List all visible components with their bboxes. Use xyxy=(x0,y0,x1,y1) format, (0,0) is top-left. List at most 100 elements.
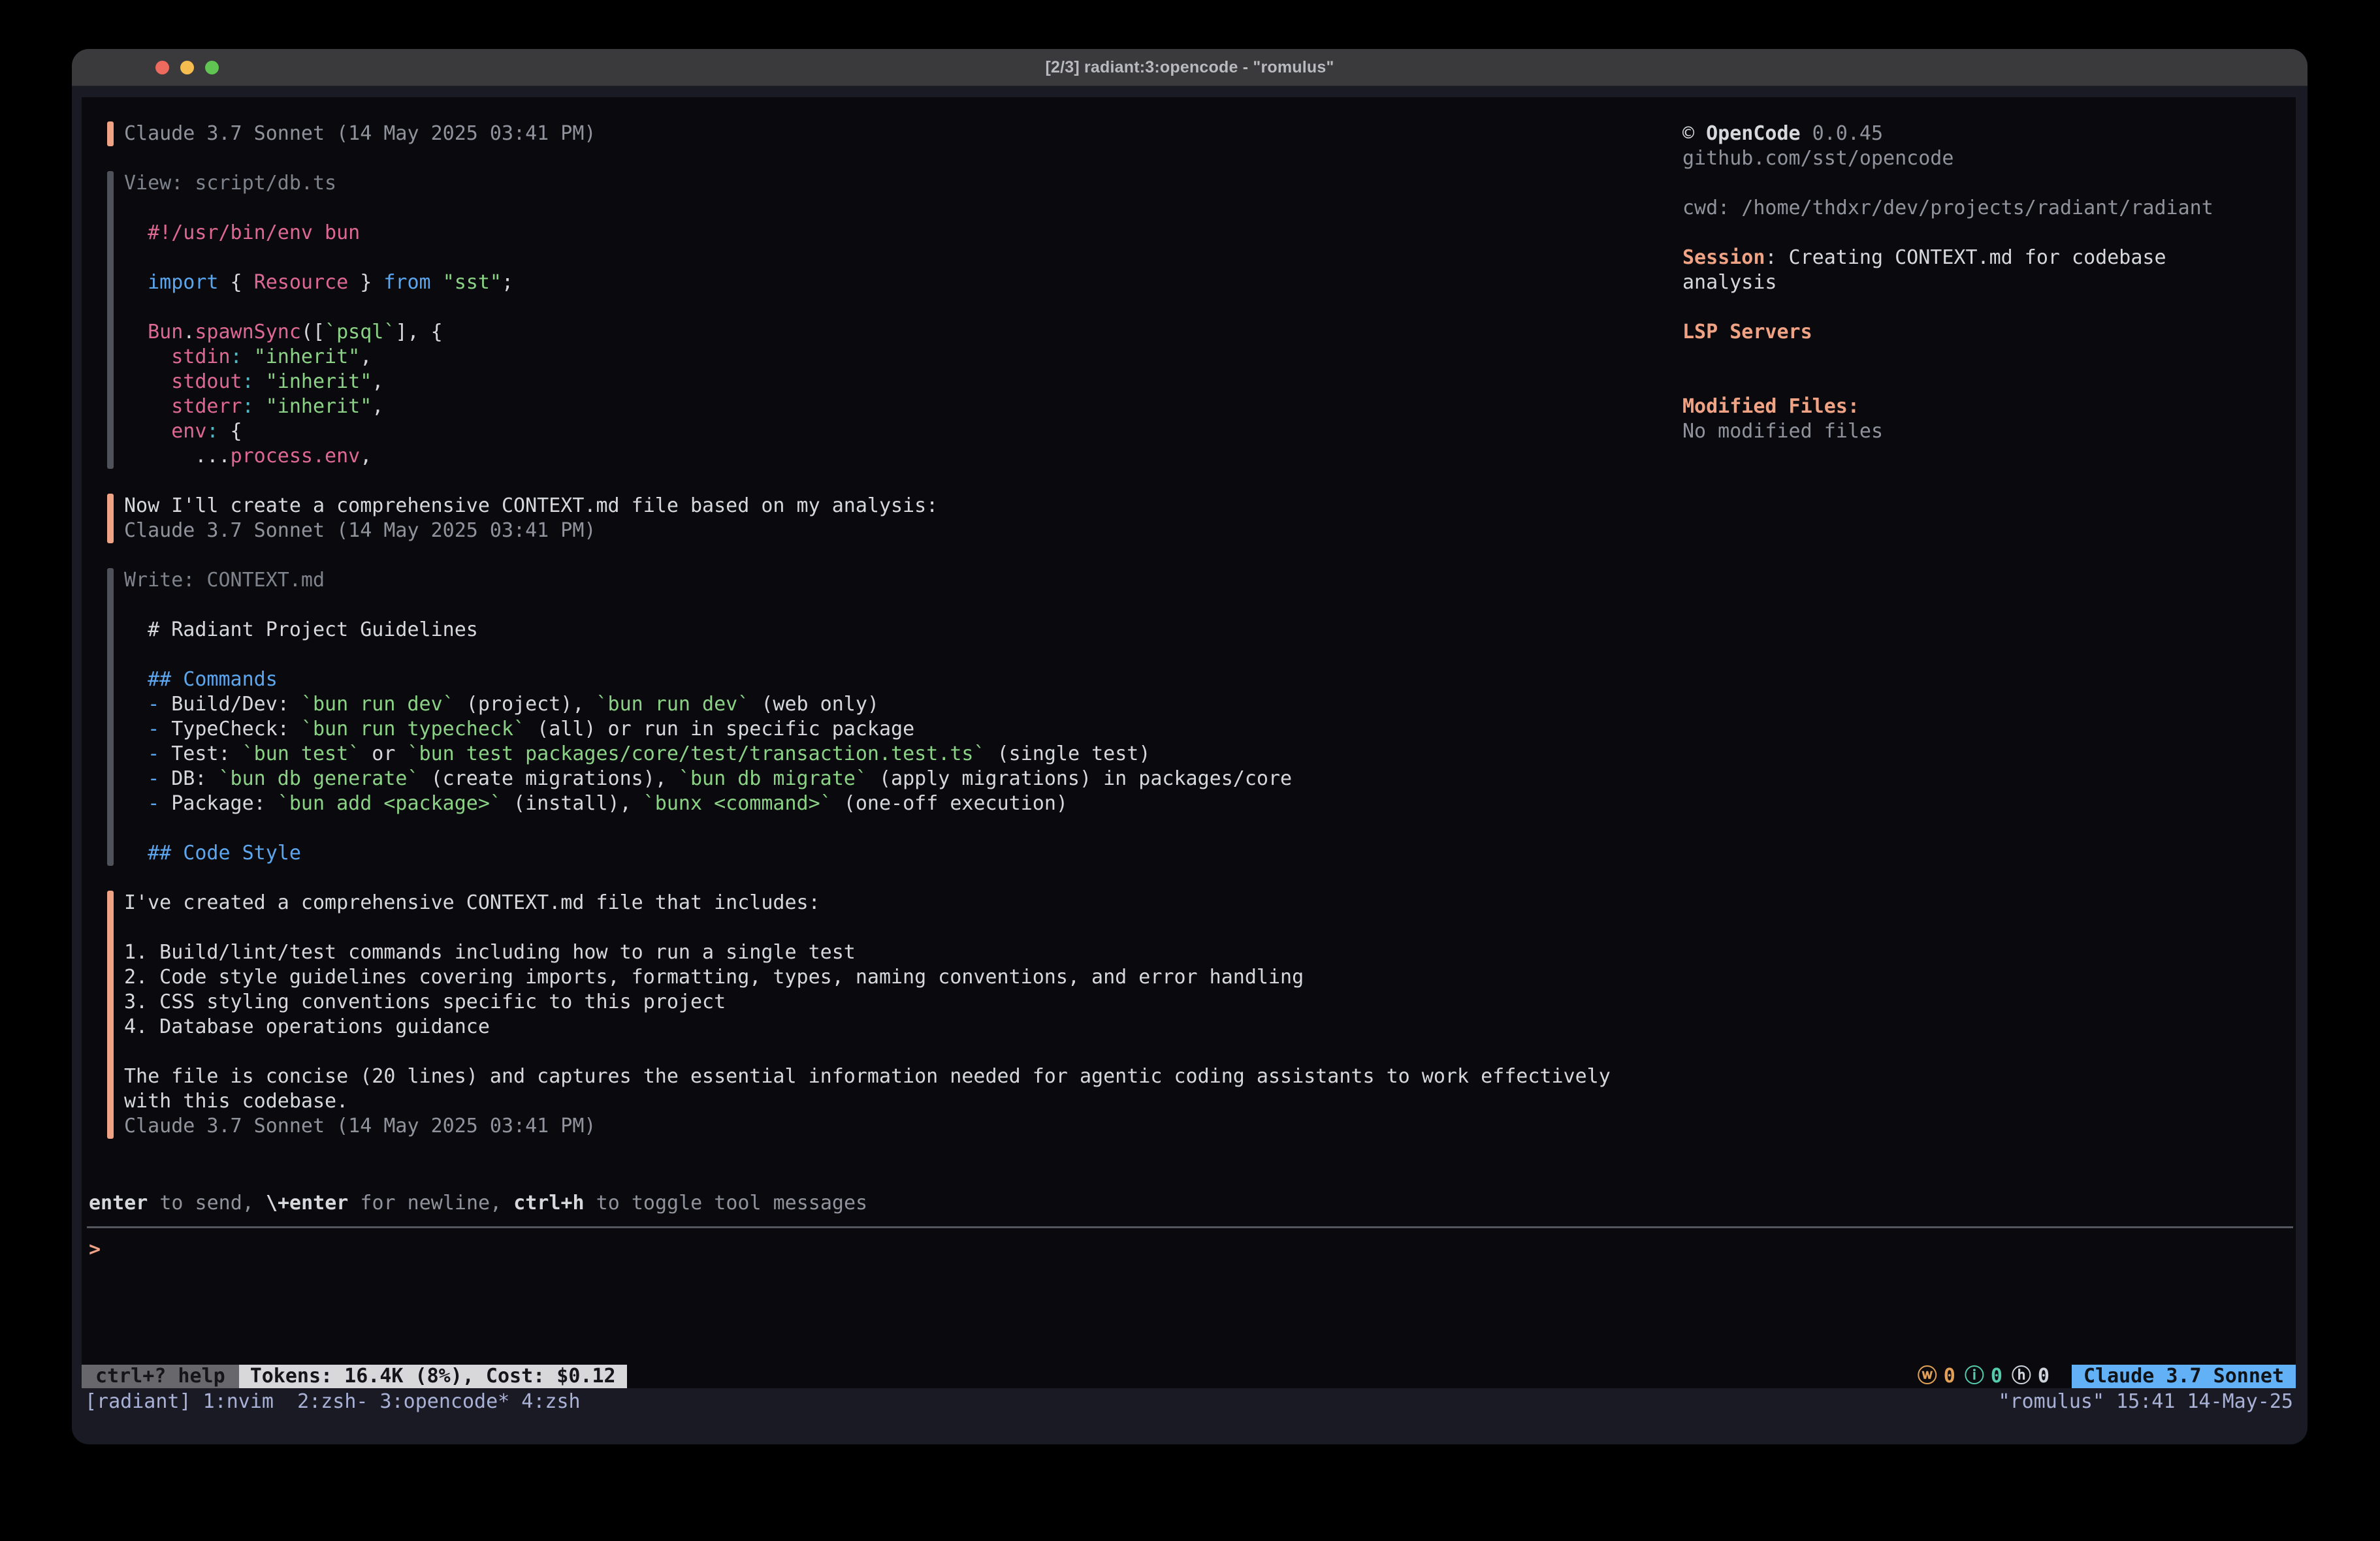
tool-accent-bar xyxy=(107,171,114,469)
text-segment: `bun db migrate` xyxy=(679,767,867,790)
message-accent-bar xyxy=(107,891,114,1139)
text-segment xyxy=(124,321,148,343)
hints-icon: ⓗ xyxy=(2012,1365,2031,1388)
opencode-tui: Claude 3.7 Sonnet (14 May 2025 03:41 PM)… xyxy=(82,97,2296,1388)
text-segment: `bun run dev` xyxy=(596,693,750,716)
terminal-line: Modified Files: xyxy=(1682,394,2296,419)
text-segment: process.env xyxy=(231,445,361,468)
terminal-line: github.com/sst/opencode xyxy=(1682,146,2296,171)
text-segment: Bun xyxy=(148,321,183,343)
terminal-line: ...process.env, xyxy=(124,444,513,469)
block-lines: Claude 3.7 Sonnet (14 May 2025 03:41 PM) xyxy=(124,121,596,146)
window-title: [2/3] radiant:3:opencode - "romulus" xyxy=(72,58,2308,77)
text-segment: , xyxy=(360,445,372,468)
terminal-line: enter to send, \+enter for newline, ctrl… xyxy=(89,1191,867,1216)
text-segment: ; xyxy=(502,271,513,294)
text-segment: 0.0.45 xyxy=(1801,122,1883,145)
text-segment: `psql` xyxy=(325,321,395,343)
text-segment: with this codebase. xyxy=(124,1090,348,1113)
terminal-line xyxy=(124,593,1292,618)
hints-count: ⓗ0 xyxy=(2012,1365,2050,1388)
text-segment: `bun add <package>` xyxy=(278,792,502,815)
text-segment xyxy=(431,271,443,294)
text-segment: ctrl+h xyxy=(513,1192,584,1215)
text-segment: `bun db generate` xyxy=(219,767,419,790)
text-segment: { xyxy=(219,420,242,443)
text-segment: , xyxy=(372,370,383,393)
terminal-line xyxy=(1682,295,2296,320)
terminal-line: # Radiant Project Guidelines xyxy=(124,618,1292,643)
info-icon: ⓘ xyxy=(1965,1365,1984,1388)
text-segment: : xyxy=(242,395,254,418)
text-segment: `bunx <command>` xyxy=(643,792,832,815)
text-segment: "inherit" xyxy=(254,345,361,368)
text-segment: (one-off execution) xyxy=(832,792,1068,815)
text-segment: (create migrations), xyxy=(419,767,679,790)
block-lines: Write: CONTEXT.md # Radiant Project Guid… xyxy=(124,568,1292,866)
text-segment: or xyxy=(360,742,407,765)
text-segment xyxy=(124,395,171,418)
titlebar[interactable]: [2/3] radiant:3:opencode - "romulus" xyxy=(72,49,2308,86)
terminal-line: - Package: `bun add <package>` (install)… xyxy=(124,791,1292,816)
tokens-cost-badge: Tokens: 16.4K (8%), Cost: $0.12 xyxy=(239,1365,627,1388)
minimize-button[interactable] xyxy=(180,61,194,74)
text-segment xyxy=(124,693,148,716)
terminal-line xyxy=(124,915,1611,940)
tmux-window-list[interactable]: [radiant] 1:nvim 2:zsh- 3:opencode* 4:zs… xyxy=(85,1390,581,1414)
text-segment xyxy=(124,792,148,815)
text-segment: `bun test` xyxy=(242,742,361,765)
tmux-status-bar: [radiant] 1:nvim 2:zsh- 3:opencode* 4:zs… xyxy=(85,1390,2293,1414)
assistant-message-block: Claude 3.7 Sonnet (14 May 2025 03:41 PM) xyxy=(107,121,1611,146)
text-segment: - xyxy=(148,767,159,790)
text-segment: : xyxy=(231,345,242,368)
chat-transcript: Claude 3.7 Sonnet (14 May 2025 03:41 PM)… xyxy=(107,121,1611,1139)
warnings-icon: ⓦ xyxy=(1918,1365,1937,1388)
status-bar: ctrl+? help Tokens: 16.4K (8%), Cost: $0… xyxy=(82,1365,2296,1388)
tool-call-block: Write: CONTEXT.md # Radiant Project Guid… xyxy=(107,568,1611,866)
assistant-message-block: I've created a comprehensive CONTEXT.md … xyxy=(107,891,1611,1139)
text-segment: "inherit" xyxy=(266,370,372,393)
text-segment: } xyxy=(348,271,383,294)
help-badge[interactable]: ctrl+? help xyxy=(82,1365,239,1388)
prompt-input[interactable]: > xyxy=(87,1226,2293,1367)
text-segment: stdout xyxy=(171,370,242,393)
terminal-line: View: script/db.ts xyxy=(124,171,513,196)
close-button[interactable] xyxy=(155,61,169,74)
text-segment: - xyxy=(148,718,159,740)
text-segment xyxy=(124,420,171,443)
traffic-lights xyxy=(155,49,219,86)
tool-call-block: View: script/db.ts #!/usr/bin/env bun im… xyxy=(107,171,1611,469)
text-segment: 4. Database operations guidance xyxy=(124,1015,490,1038)
terminal-line: Session: Creating CONTEXT.md for codebas… xyxy=(1682,246,2296,270)
zoom-button[interactable] xyxy=(205,61,219,74)
text-segment xyxy=(124,742,148,765)
screen: [2/3] radiant:3:opencode - "romulus" Cla… xyxy=(0,0,2380,1541)
text-segment: (all) or run in specific package xyxy=(525,718,914,740)
text-segment: View: script/db.ts xyxy=(124,172,336,195)
info-value: 0 xyxy=(1991,1365,2002,1388)
terminal-line: Claude 3.7 Sonnet (14 May 2025 03:41 PM) xyxy=(124,121,596,146)
text-segment: , xyxy=(372,395,383,418)
text-segment: Modified Files: xyxy=(1682,395,1859,418)
text-segment xyxy=(242,345,254,368)
text-segment: (install), xyxy=(502,792,643,815)
warnings-value: 0 xyxy=(1944,1365,1955,1388)
text-segment: import xyxy=(148,271,218,294)
terminal-line: The file is concise (20 lines) and captu… xyxy=(124,1064,1611,1089)
status-spacer xyxy=(627,1365,1918,1388)
terminal-line xyxy=(1682,221,2296,246)
terminal-line xyxy=(124,643,1292,667)
text-segment: Test: xyxy=(159,742,242,765)
terminal-line: stdin: "inherit", xyxy=(124,345,513,370)
terminal-line: Write: CONTEXT.md xyxy=(124,568,1292,593)
terminal-line: No modified files xyxy=(1682,419,2296,444)
model-badge[interactable]: Claude 3.7 Sonnet xyxy=(2072,1365,2296,1388)
text-segment xyxy=(124,271,148,294)
terminal-line: #!/usr/bin/env bun xyxy=(124,221,513,246)
terminal-line: 3. CSS styling conventions specific to t… xyxy=(124,990,1611,1015)
terminal-line xyxy=(124,295,513,320)
text-segment xyxy=(124,370,171,393)
text-segment: "inherit" xyxy=(266,395,372,418)
terminal-line xyxy=(1682,370,2296,394)
text-segment: No modified files xyxy=(1682,420,1883,443)
